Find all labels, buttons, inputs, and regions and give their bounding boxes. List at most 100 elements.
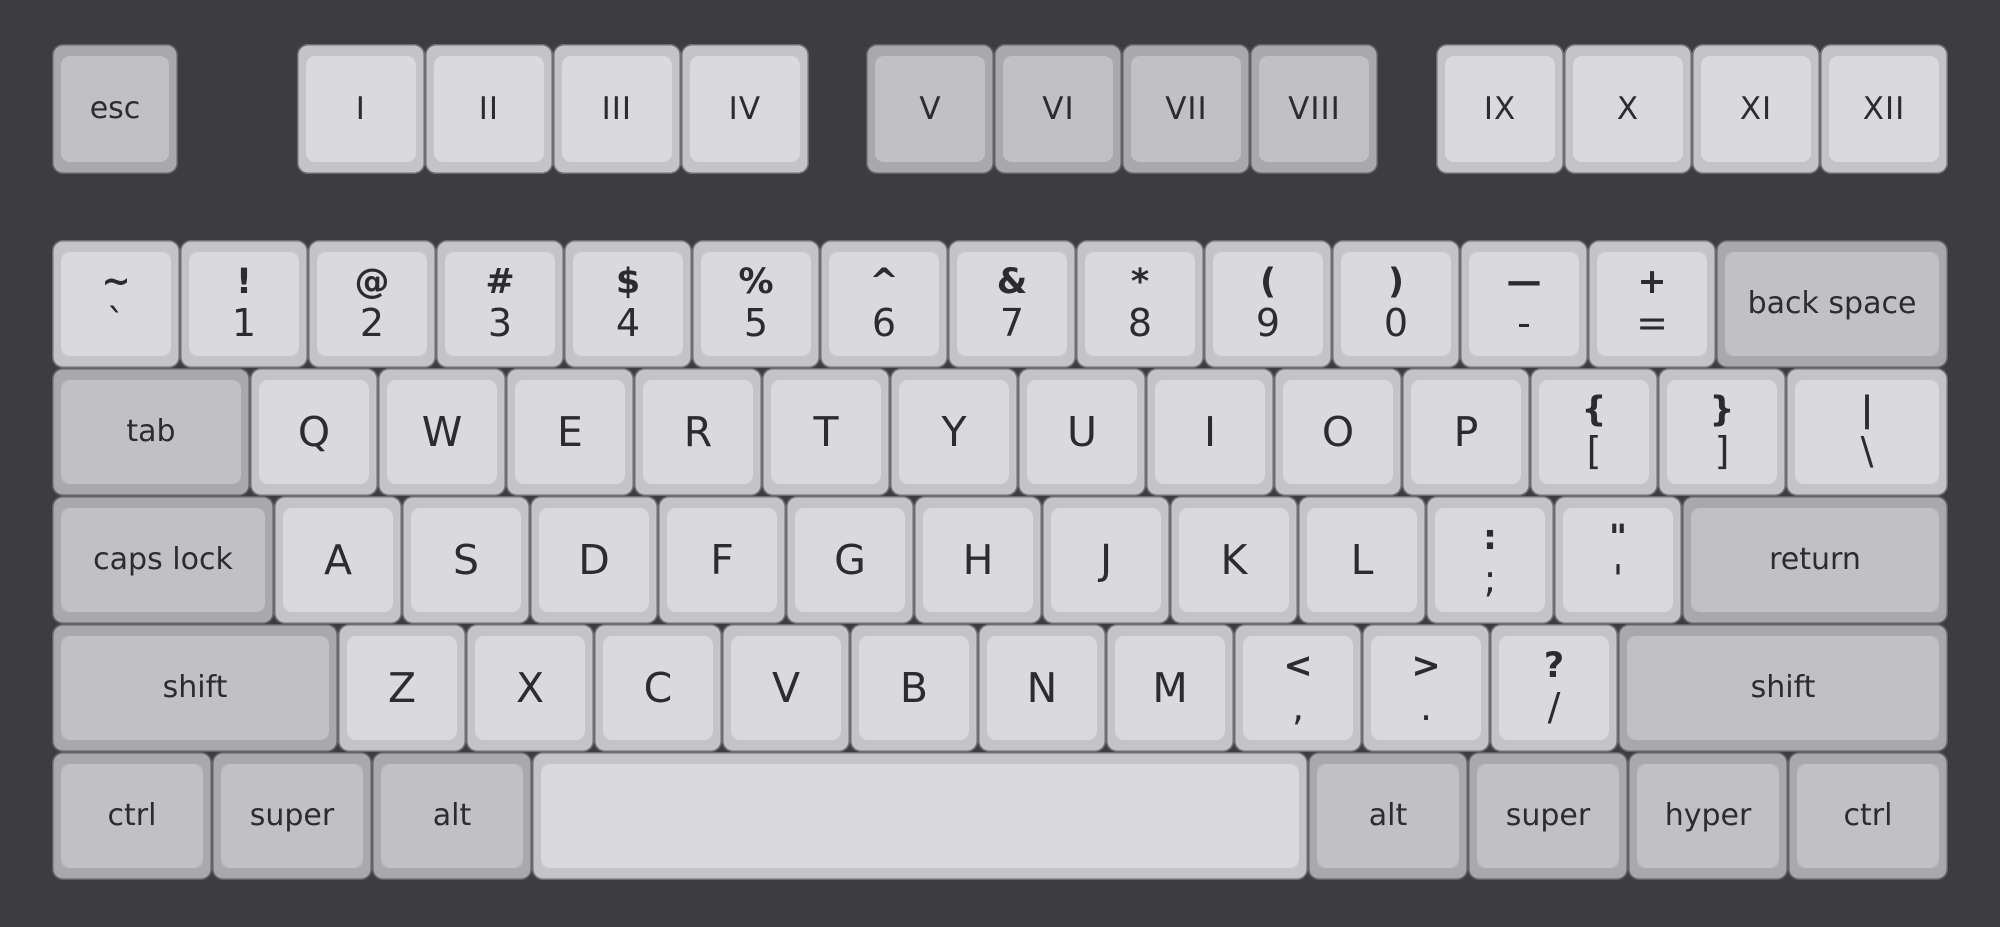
key-label: M — [1152, 663, 1188, 712]
key-label: Y — [941, 407, 967, 456]
key-f10[interactable]: X — [1564, 44, 1693, 174]
key-esc[interactable]: esc — [52, 44, 178, 174]
key-p[interactable]: P — [1402, 368, 1530, 496]
key-f[interactable]: F — [658, 496, 786, 624]
key-slash[interactable]: ? / — [1490, 624, 1618, 752]
key-shift-left[interactable]: shift — [52, 624, 338, 752]
key-9[interactable]: ( 9 — [1204, 240, 1332, 368]
key-w[interactable]: W — [378, 368, 506, 496]
key-x[interactable]: X — [466, 624, 594, 752]
key-b[interactable]: B — [850, 624, 978, 752]
key-f4[interactable]: IV — [680, 44, 809, 174]
key-label: A — [323, 535, 353, 584]
key-label: N — [1026, 663, 1058, 712]
keycap: Y — [899, 380, 1009, 484]
key-backslash[interactable]: | \ — [1786, 368, 1948, 496]
key-minus[interactable]: — - — [1460, 240, 1588, 368]
key-g[interactable]: G — [786, 496, 914, 624]
keycap: @ 2 — [317, 252, 427, 356]
key-label: X — [1616, 90, 1640, 127]
key-shift-right[interactable]: shift — [1618, 624, 1948, 752]
key-label: U — [1066, 407, 1097, 456]
key-label-shifted: # — [485, 262, 515, 303]
key-alt-left[interactable]: alt — [372, 752, 532, 880]
key-label: shift — [1750, 670, 1816, 706]
key-u[interactable]: U — [1018, 368, 1146, 496]
key-label: 6 — [871, 301, 897, 346]
key-f2[interactable]: II — [424, 44, 553, 174]
key-label: - — [1517, 301, 1531, 346]
key-bracket-left[interactable]: { [ — [1530, 368, 1658, 496]
key-y[interactable]: Y — [890, 368, 1018, 496]
key-space[interactable] — [532, 752, 1308, 880]
key-i[interactable]: I — [1146, 368, 1274, 496]
key-0[interactable]: ) 0 — [1332, 240, 1460, 368]
key-2[interactable]: @ 2 — [308, 240, 436, 368]
key-caps-lock[interactable]: caps lock — [52, 496, 274, 624]
key-5[interactable]: % 5 — [692, 240, 820, 368]
key-bracket-right[interactable]: } ] — [1658, 368, 1786, 496]
key-super-left[interactable]: super — [212, 752, 372, 880]
key-1[interactable]: ! 1 — [180, 240, 308, 368]
key-h[interactable]: H — [914, 496, 1042, 624]
key-j[interactable]: J — [1042, 496, 1170, 624]
key-quote[interactable]: " ' — [1554, 496, 1682, 624]
key-f3[interactable]: III — [552, 44, 681, 174]
key-label: 5 — [743, 301, 769, 346]
key-e[interactable]: E — [506, 368, 634, 496]
key-r[interactable]: R — [634, 368, 762, 496]
key-f6[interactable]: VI — [994, 44, 1123, 174]
key-f1[interactable]: I — [296, 44, 425, 174]
key-comma[interactable]: < , — [1234, 624, 1362, 752]
key-8[interactable]: * 8 — [1076, 240, 1204, 368]
key-3[interactable]: # 3 — [436, 240, 564, 368]
key-4[interactable]: $ 4 — [564, 240, 692, 368]
key-q[interactable]: Q — [250, 368, 378, 496]
keycap: $ 4 — [573, 252, 683, 356]
key-t[interactable]: T — [762, 368, 890, 496]
key-super-right[interactable]: super — [1468, 752, 1628, 880]
key-n[interactable]: N — [978, 624, 1106, 752]
key-grave[interactable]: ~ ` — [52, 240, 180, 368]
key-f8[interactable]: VIII — [1250, 44, 1379, 174]
key-k[interactable]: K — [1170, 496, 1298, 624]
key-d[interactable]: D — [530, 496, 658, 624]
key-7[interactable]: & 7 — [948, 240, 1076, 368]
key-hyper[interactable]: hyper — [1628, 752, 1788, 880]
key-6[interactable]: ^ 6 — [820, 240, 948, 368]
keycap: ctrl — [61, 764, 203, 868]
key-c[interactable]: C — [594, 624, 722, 752]
key-a[interactable]: A — [274, 496, 402, 624]
key-alt-right[interactable]: alt — [1308, 752, 1468, 880]
key-f5[interactable]: V — [866, 44, 995, 174]
key-label: I — [355, 90, 366, 127]
key-f11[interactable]: XI — [1692, 44, 1821, 174]
key-label: ctrl — [107, 798, 157, 834]
keycap: super — [221, 764, 363, 868]
key-f7[interactable]: VII — [1122, 44, 1251, 174]
key-period[interactable]: > . — [1362, 624, 1490, 752]
key-ctrl-left[interactable]: ctrl — [52, 752, 212, 880]
escape-group: esc — [52, 44, 178, 174]
key-label: R — [683, 407, 713, 456]
key-ctrl-right[interactable]: ctrl — [1788, 752, 1948, 880]
key-semicolon[interactable]: : ; — [1426, 496, 1554, 624]
key-s[interactable]: S — [402, 496, 530, 624]
key-label: return — [1769, 542, 1861, 578]
key-m[interactable]: M — [1106, 624, 1234, 752]
key-z[interactable]: Z — [338, 624, 466, 752]
key-label: ctrl — [1843, 798, 1893, 834]
key-l[interactable]: L — [1298, 496, 1426, 624]
key-f9[interactable]: IX — [1436, 44, 1565, 174]
key-v[interactable]: V — [722, 624, 850, 752]
key-label: Q — [297, 407, 331, 456]
key-return[interactable]: return — [1682, 496, 1948, 624]
key-f12[interactable]: XII — [1820, 44, 1949, 174]
key-o[interactable]: O — [1274, 368, 1402, 496]
keycap: hyper — [1637, 764, 1779, 868]
key-tab[interactable]: tab — [52, 368, 250, 496]
key-label: super — [249, 798, 335, 834]
key-equal[interactable]: + = — [1588, 240, 1716, 368]
key-label: [ — [1586, 429, 1602, 474]
key-backspace[interactable]: back space — [1716, 240, 1948, 368]
